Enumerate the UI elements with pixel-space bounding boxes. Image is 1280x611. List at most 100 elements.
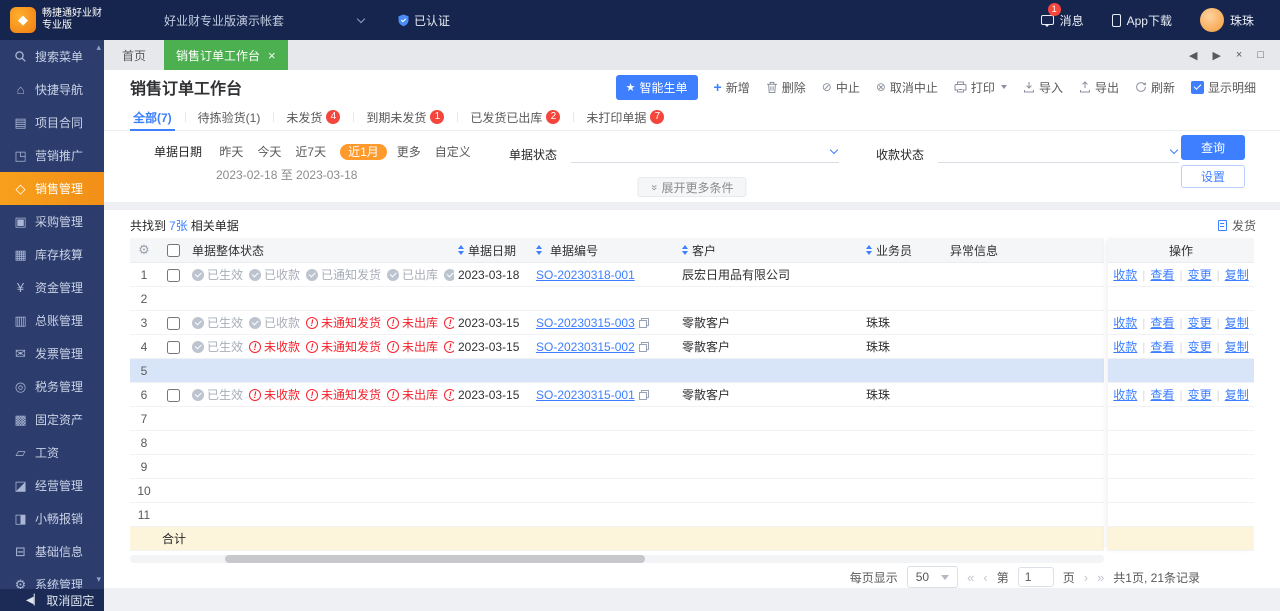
fullscreen-icon[interactable]: □ [1257, 49, 1264, 61]
action-copy-link[interactable]: 复制 [1225, 338, 1249, 355]
status-tab[interactable]: 未打印单据 7 [573, 104, 677, 130]
action-view-link[interactable]: 查看 [1150, 338, 1174, 355]
sort-icon[interactable] [536, 245, 542, 255]
sidebar-item-operations[interactable]: ◪ 经营管理 [0, 469, 104, 502]
status-tab[interactable]: 到期未发货 1 [353, 104, 457, 130]
order-number-link[interactable]: SO-20230315-002 [536, 340, 635, 354]
print-button[interactable]: 打印 [954, 79, 1007, 96]
action-view-link[interactable]: 查看 [1150, 386, 1174, 403]
first-page-icon[interactable]: « [967, 571, 974, 584]
sidebar-item-purchase[interactable]: ▣ 采购管理 [0, 205, 104, 238]
smart-order-button[interactable]: ★ 智能生单 [615, 74, 698, 100]
tab-scroll-right-icon[interactable]: ▶ [1212, 49, 1220, 62]
table-row[interactable]: 3 已生效已收款未通知发货未出库 2023-03-15 SO-20230315-003… [130, 311, 1104, 335]
next-page-icon[interactable]: › [1084, 571, 1088, 584]
horizontal-scrollbar[interactable] [130, 555, 1104, 563]
header-doc-date[interactable]: 单据日期 [454, 242, 532, 259]
copy-icon[interactable] [638, 389, 649, 400]
sidebar-item-funds[interactable]: ¥ 资金管理 [0, 271, 104, 304]
import-button[interactable]: 导入 [1023, 79, 1063, 96]
per-page-select[interactable]: 50 [906, 566, 959, 588]
table-row[interactable]: 4 已生效未收款未通知发货未出库 2023-03-15 SO-20230315-002… [130, 335, 1104, 359]
sidebar-item-search[interactable]: 搜索菜单 [0, 40, 104, 73]
date-range[interactable]: 2023-02-18 至 2023-03-18 [216, 166, 485, 183]
row-checkbox[interactable] [166, 388, 180, 402]
header-customer[interactable]: 客户 [678, 242, 862, 259]
sidebar-item-marketing[interactable]: ◳ 营销推广 [0, 139, 104, 172]
sort-icon[interactable] [458, 245, 464, 255]
sidebar-item-base-info[interactable]: ⊟ 基础信息 [0, 535, 104, 568]
action-change-link[interactable]: 变更 [1188, 338, 1212, 355]
sidebar-item-quick-nav[interactable]: ⌂ 快捷导航 [0, 73, 104, 106]
date-option[interactable]: 昨天 [219, 145, 243, 159]
pay-status-select[interactable] [938, 145, 1179, 163]
cancel-abort-button[interactable]: ⊗ 取消中止 [876, 79, 938, 96]
ship-button[interactable]: 发货 [1217, 217, 1256, 234]
date-option[interactable]: 更多 [397, 145, 421, 159]
app-download-button[interactable]: App下载 [1111, 12, 1172, 29]
messages-button[interactable]: 1 消息 [1040, 2, 1084, 29]
header-overall-status[interactable]: 单据整体状态 [188, 242, 454, 259]
row-checkbox[interactable] [166, 316, 180, 330]
sidebar-item-sales[interactable]: ◇ 销售管理 [0, 172, 104, 205]
user-menu[interactable]: 珠珠 [1199, 8, 1254, 32]
account-selector[interactable]: 好业财专业版演示帐套 [164, 12, 366, 29]
table-row[interactable]: 11 [130, 503, 1104, 527]
sidebar-item-project-contract[interactable]: ▤ 项目合同 [0, 106, 104, 139]
expand-more-button[interactable]: » 展开更多条件 [637, 177, 747, 197]
sort-icon[interactable] [682, 245, 688, 255]
sidebar-item-expense[interactable]: ◨ 小畅报销 [0, 502, 104, 535]
row-checkbox[interactable] [166, 268, 180, 282]
status-tab[interactable]: 待拣验货(1) [184, 104, 274, 130]
unpin-button[interactable]: ◀▏ 取消固定 [0, 589, 104, 611]
export-button[interactable]: 导出 [1079, 79, 1119, 96]
close-tab-icon[interactable]: × [268, 48, 276, 63]
tab-home[interactable]: 首页 [104, 40, 164, 70]
order-number-link[interactable]: SO-20230315-003 [536, 316, 635, 330]
page-input[interactable]: 1 [1017, 567, 1054, 587]
action-collect-link[interactable]: 收款 [1113, 338, 1137, 355]
action-view-link[interactable]: 查看 [1150, 266, 1174, 283]
sidebar-item-fixed-assets[interactable]: ▩ 固定资产 [0, 403, 104, 436]
status-tab[interactable]: 已发货已出库 2 [457, 104, 573, 130]
status-tab[interactable]: 未发货 4 [273, 104, 353, 130]
column-settings-gear-icon[interactable]: ⚙ [138, 242, 150, 257]
table-row[interactable]: 5 [130, 359, 1104, 383]
date-option[interactable]: 近7天 [295, 145, 326, 159]
tab-scroll-left-icon[interactable]: ◀ [1189, 49, 1197, 62]
action-change-link[interactable]: 变更 [1188, 386, 1212, 403]
scrollbar-thumb[interactable] [225, 555, 645, 563]
settings-button[interactable]: 设置 [1181, 165, 1245, 188]
table-row[interactable]: 8 [130, 431, 1104, 455]
action-change-link[interactable]: 变更 [1188, 266, 1212, 283]
refresh-button[interactable]: 刷新 [1135, 79, 1175, 96]
action-copy-link[interactable]: 复制 [1225, 314, 1249, 331]
doc-status-select[interactable] [571, 145, 839, 163]
copy-icon[interactable] [638, 317, 649, 328]
sidebar-item-inventory[interactable]: ▦ 库存核算 [0, 238, 104, 271]
sidebar-item-payroll[interactable]: ▱ 工资 [0, 436, 104, 469]
search-button[interactable]: 查询 [1181, 135, 1245, 160]
sidebar-scroll-down-icon[interactable]: ▾ [96, 574, 101, 585]
action-collect-link[interactable]: 收款 [1113, 314, 1137, 331]
action-view-link[interactable]: 查看 [1150, 314, 1174, 331]
copy-icon[interactable] [638, 341, 649, 352]
table-row[interactable]: 10 [130, 479, 1104, 503]
last-page-icon[interactable]: » [1097, 571, 1104, 584]
close-all-tabs-icon[interactable]: × [1236, 49, 1242, 61]
sidebar-item-tax[interactable]: ◎ 税务管理 [0, 370, 104, 403]
sidebar-item-ledger[interactable]: ▥ 总账管理 [0, 304, 104, 337]
action-change-link[interactable]: 变更 [1188, 314, 1212, 331]
show-detail-button[interactable]: 显示明细 [1190, 79, 1256, 96]
table-row[interactable]: 6 已生效未收款未通知发货未出库 2023-03-15 SO-20230315-001… [130, 383, 1104, 407]
sidebar-item-invoice[interactable]: ✉ 发票管理 [0, 337, 104, 370]
delete-button[interactable]: 删除 [766, 79, 806, 96]
header-doc-number[interactable]: 单据编号 [532, 242, 678, 259]
action-collect-link[interactable]: 收款 [1113, 266, 1137, 283]
prev-page-icon[interactable]: ‹ [983, 571, 987, 584]
action-copy-link[interactable]: 复制 [1225, 266, 1249, 283]
date-option[interactable]: 自定义 [435, 145, 471, 159]
date-option[interactable]: 近1月 [340, 144, 387, 160]
row-checkbox[interactable] [166, 340, 180, 354]
date-option[interactable]: 今天 [257, 145, 281, 159]
